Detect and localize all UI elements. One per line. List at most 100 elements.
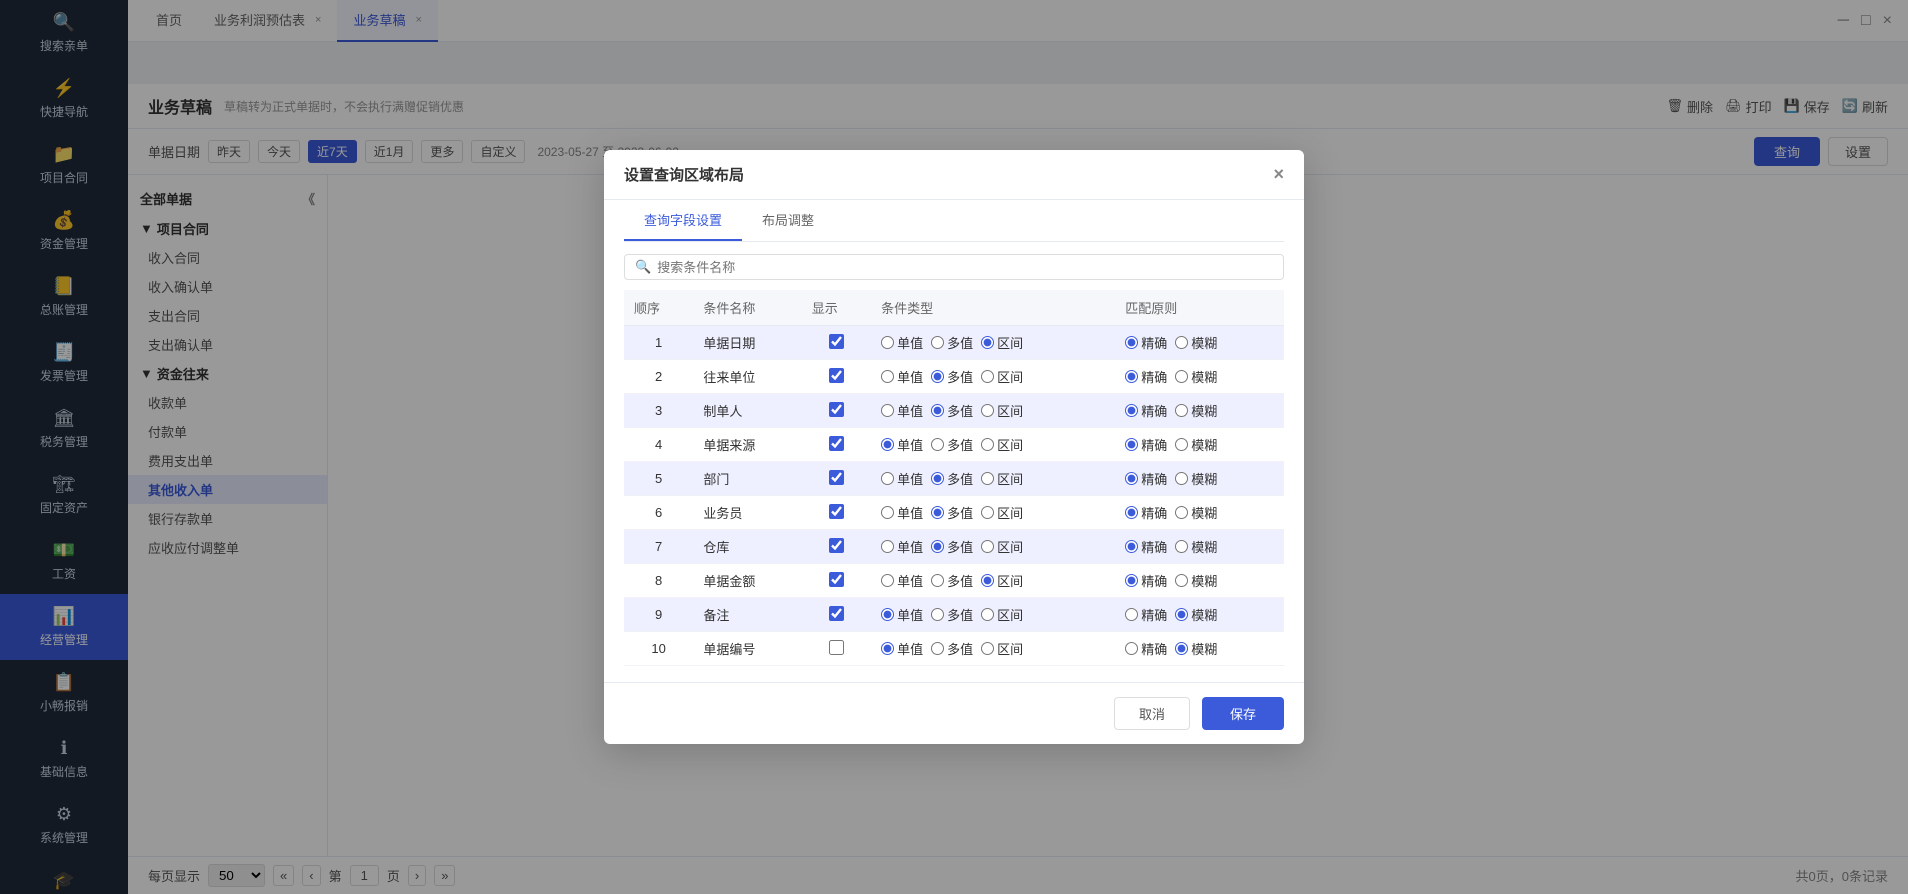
cell-show: [802, 394, 871, 428]
match-option-模糊[interactable]: 模糊: [1175, 367, 1217, 386]
type-option-区间[interactable]: 区间: [981, 639, 1023, 658]
show-checkbox-6[interactable]: [829, 538, 844, 553]
type-option-单值[interactable]: 单值: [881, 537, 923, 556]
type-option-多值[interactable]: 多值: [931, 503, 973, 522]
search-icon: 🔍: [635, 259, 651, 275]
table-row: 10单据编号单值多值区间精确模糊: [624, 632, 1284, 666]
show-checkbox-1[interactable]: [829, 368, 844, 383]
cell-type: 单值多值区间: [871, 632, 1115, 666]
type-option-区间[interactable]: 区间: [981, 333, 1023, 352]
col-name: 条件名称: [693, 290, 801, 326]
cell-name: 备注: [693, 598, 801, 632]
match-option-精确[interactable]: 精确: [1125, 401, 1167, 420]
table-row: 4单据来源单值多值区间精确模糊: [624, 428, 1284, 462]
type-option-区间[interactable]: 区间: [981, 571, 1023, 590]
show-checkbox-9[interactable]: [829, 640, 844, 655]
match-option-模糊[interactable]: 模糊: [1175, 639, 1217, 658]
type-option-单值[interactable]: 单值: [881, 639, 923, 658]
type-option-单值[interactable]: 单值: [881, 435, 923, 454]
search-input[interactable]: [657, 260, 907, 275]
cell-match: 精确模糊: [1115, 326, 1284, 360]
type-option-单值[interactable]: 单值: [881, 367, 923, 386]
cell-order: 1: [624, 326, 693, 360]
cell-type: 单值多值区间: [871, 598, 1115, 632]
type-option-多值[interactable]: 多值: [931, 469, 973, 488]
dialog-close-button[interactable]: ×: [1273, 164, 1284, 185]
config-table: 顺序 条件名称 显示 条件类型 匹配原则 1单据日期单值多值区间精确模糊2往来单…: [624, 290, 1284, 666]
match-option-精确[interactable]: 精确: [1125, 435, 1167, 454]
table-row: 2往来单位单值多值区间精确模糊: [624, 360, 1284, 394]
match-option-精确[interactable]: 精确: [1125, 605, 1167, 624]
type-option-多值[interactable]: 多值: [931, 333, 973, 352]
type-option-单值[interactable]: 单值: [881, 605, 923, 624]
cell-show: [802, 462, 871, 496]
type-option-区间[interactable]: 区间: [981, 537, 1023, 556]
cell-name: 往来单位: [693, 360, 801, 394]
show-checkbox-7[interactable]: [829, 572, 844, 587]
match-option-精确[interactable]: 精确: [1125, 639, 1167, 658]
match-option-模糊[interactable]: 模糊: [1175, 503, 1217, 522]
cell-show: [802, 428, 871, 462]
match-option-模糊[interactable]: 模糊: [1175, 401, 1217, 420]
match-option-精确[interactable]: 精确: [1125, 469, 1167, 488]
modal-overlay: 设置查询区域布局 × 查询字段设置 布局调整 🔍 顺序 条件名: [0, 0, 1908, 894]
cell-name: 制单人: [693, 394, 801, 428]
cell-type: 单值多值区间: [871, 496, 1115, 530]
type-option-单值[interactable]: 单值: [881, 469, 923, 488]
match-option-精确[interactable]: 精确: [1125, 367, 1167, 386]
cell-type: 单值多值区间: [871, 462, 1115, 496]
type-option-区间[interactable]: 区间: [981, 503, 1023, 522]
type-option-多值[interactable]: 多值: [931, 605, 973, 624]
type-option-单值[interactable]: 单值: [881, 571, 923, 590]
match-option-精确[interactable]: 精确: [1125, 537, 1167, 556]
cell-order: 6: [624, 496, 693, 530]
table-row: 9备注单值多值区间精确模糊: [624, 598, 1284, 632]
type-option-区间[interactable]: 区间: [981, 435, 1023, 454]
cell-name: 单据来源: [693, 428, 801, 462]
match-option-模糊[interactable]: 模糊: [1175, 333, 1217, 352]
type-option-区间[interactable]: 区间: [981, 605, 1023, 624]
type-option-区间[interactable]: 区间: [981, 367, 1023, 386]
match-option-精确[interactable]: 精确: [1125, 503, 1167, 522]
type-option-多值[interactable]: 多值: [931, 401, 973, 420]
cell-type: 单值多值区间: [871, 564, 1115, 598]
tab-query-fields[interactable]: 查询字段设置: [624, 200, 742, 241]
type-option-区间[interactable]: 区间: [981, 469, 1023, 488]
match-option-模糊[interactable]: 模糊: [1175, 469, 1217, 488]
save-dialog-button[interactable]: 保存: [1202, 697, 1284, 730]
match-option-精确[interactable]: 精确: [1125, 333, 1167, 352]
dialog-body: 查询字段设置 布局调整 🔍 顺序 条件名称 显示 条件类型 匹配原则: [604, 200, 1304, 682]
cell-name: 部门: [693, 462, 801, 496]
type-option-多值[interactable]: 多值: [931, 639, 973, 658]
type-option-多值[interactable]: 多值: [931, 367, 973, 386]
match-option-模糊[interactable]: 模糊: [1175, 435, 1217, 454]
cell-order: 7: [624, 530, 693, 564]
settings-dialog: 设置查询区域布局 × 查询字段设置 布局调整 🔍 顺序 条件名: [604, 150, 1304, 744]
cell-name: 单据编号: [693, 632, 801, 666]
match-option-模糊[interactable]: 模糊: [1175, 605, 1217, 624]
show-checkbox-3[interactable]: [829, 436, 844, 451]
match-option-模糊[interactable]: 模糊: [1175, 571, 1217, 590]
type-option-区间[interactable]: 区间: [981, 401, 1023, 420]
table-row: 1单据日期单值多值区间精确模糊: [624, 326, 1284, 360]
show-checkbox-2[interactable]: [829, 402, 844, 417]
type-option-多值[interactable]: 多值: [931, 435, 973, 454]
dialog-tabs: 查询字段设置 布局调整: [624, 200, 1284, 242]
type-option-多值[interactable]: 多值: [931, 537, 973, 556]
cell-match: 精确模糊: [1115, 428, 1284, 462]
cancel-button[interactable]: 取消: [1114, 697, 1190, 730]
show-checkbox-4[interactable]: [829, 470, 844, 485]
show-checkbox-5[interactable]: [829, 504, 844, 519]
type-option-单值[interactable]: 单值: [881, 333, 923, 352]
show-checkbox-0[interactable]: [829, 334, 844, 349]
show-checkbox-8[interactable]: [829, 606, 844, 621]
type-option-单值[interactable]: 单值: [881, 401, 923, 420]
match-option-精确[interactable]: 精确: [1125, 571, 1167, 590]
table-row: 6业务员单值多值区间精确模糊: [624, 496, 1284, 530]
tab-layout[interactable]: 布局调整: [742, 200, 834, 241]
type-option-多值[interactable]: 多值: [931, 571, 973, 590]
cell-order: 8: [624, 564, 693, 598]
type-option-单值[interactable]: 单值: [881, 503, 923, 522]
match-option-模糊[interactable]: 模糊: [1175, 537, 1217, 556]
cell-show: [802, 360, 871, 394]
